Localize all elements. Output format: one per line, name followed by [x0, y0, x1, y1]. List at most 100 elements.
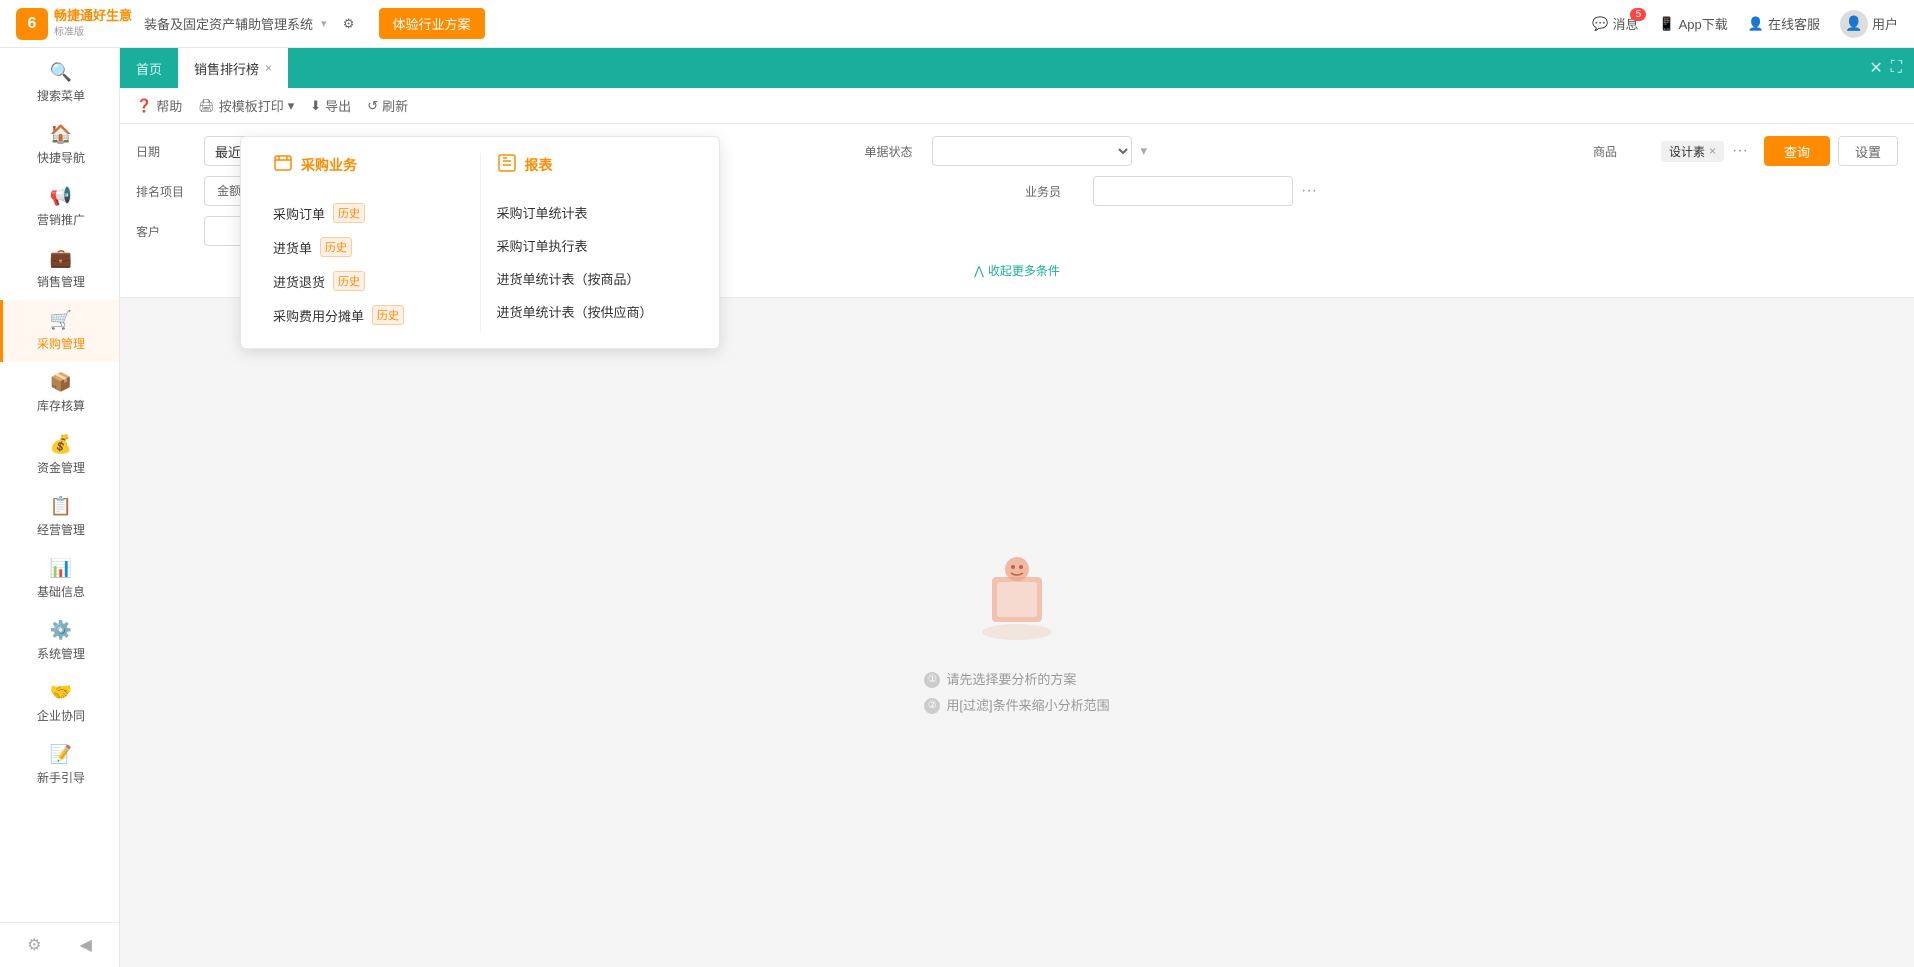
status-filter-item: 单据状态 ▾: [864, 136, 1576, 166]
message-button[interactable]: 💬 消息 5: [1592, 14, 1638, 33]
home-icon: 🏠: [50, 124, 72, 145]
sidebar: 🔍 搜索菜单 🏠 快捷导航 📢 营销推广 💼 销售管理 🛒 采购管理 📦 库存核…: [0, 48, 120, 967]
header-right: 💬 消息 5 📱 App下载 👤 在线客服 👤 用户: [1592, 10, 1898, 38]
guide-icon: 📝: [50, 744, 72, 765]
sidebar-item-finance[interactable]: 💰 资金管理: [0, 424, 119, 486]
system-title: 装备及固定资产辅助管理系统: [144, 14, 313, 33]
user-button[interactable]: 👤 用户: [1840, 10, 1898, 38]
print-button[interactable]: 🖨 按模板打印 ▾: [198, 96, 294, 115]
sales-icon: 💼: [50, 248, 72, 269]
purchase-section-icon: [273, 153, 293, 176]
history-tag-2[interactable]: 历史: [333, 271, 365, 291]
menu-item-report-order-stat[interactable]: 采购订单统计表: [497, 196, 688, 229]
empty-illustration: [967, 547, 1067, 647]
logo-main-text: 畅捷通好生意: [54, 8, 132, 25]
salesperson-filter-item: 业务员 ···: [1025, 176, 1898, 206]
print-dropdown-arrow[interactable]: ▾: [288, 98, 295, 114]
status-filter-select[interactable]: [932, 136, 1132, 166]
message-icon: 💬: [1592, 16, 1608, 32]
sidebar-item-purchase[interactable]: 🛒 采购管理: [0, 300, 119, 362]
toolbar: ❓ 帮助 🖨 按模板打印 ▾ ⬇ 导出 ↺ 刷新: [120, 88, 1914, 124]
refresh-icon: ↺: [367, 98, 378, 114]
tab-home[interactable]: 首页: [120, 48, 178, 88]
menu-item-report-receipt-by-supplier[interactable]: 进货单统计表（按供应商）: [497, 295, 688, 328]
sidebar-item-guide[interactable]: 📝 新手引导: [0, 734, 119, 796]
purchase-business-section: 采购业务 采购订单 历史 进货单 历史 进货退货 历史 采购费用分摊单 历史: [257, 153, 481, 332]
system-settings-button[interactable]: ⚙: [335, 10, 363, 38]
app-download-button[interactable]: 📱 App下载: [1658, 14, 1727, 33]
refresh-button[interactable]: ↺ 刷新: [367, 96, 408, 115]
sidebar-item-operation[interactable]: 📋 经营管理: [0, 486, 119, 548]
status-filter-expand-icon[interactable]: ▾: [1140, 143, 1147, 159]
empty-step-1: ① 请先选择要分析的方案: [924, 667, 1109, 693]
goods-tag: 设计素 ×: [1661, 141, 1724, 162]
salesperson-input[interactable]: [1093, 176, 1293, 206]
rank-filter-label: 排名项目: [136, 183, 196, 200]
sidebar-item-system[interactable]: ⚙️ 系统管理: [0, 610, 119, 672]
action-buttons: 查询 设置: [1764, 136, 1898, 166]
goods-filter-item: 商品 设计素 × ···: [1593, 141, 1748, 162]
online-service-button[interactable]: 👤 在线客服: [1748, 14, 1820, 33]
sidebar-collapse-icon[interactable]: ◀: [80, 935, 92, 955]
customer-label: 客户: [136, 223, 196, 240]
sidebar-item-sales[interactable]: 💼 销售管理: [0, 238, 119, 300]
sidebar-item-basic[interactable]: 📊 基础信息: [0, 548, 119, 610]
title-dropdown-arrow[interactable]: ▾: [321, 17, 327, 30]
operation-icon: 📋: [50, 496, 72, 517]
menu-item-purchase-expense[interactable]: 采购费用分摊单 历史: [273, 298, 464, 332]
help-button[interactable]: ❓ 帮助: [136, 96, 182, 115]
empty-text: ① 请先选择要分析的方案 ② 用[过滤]条件来缩小分析范围: [924, 667, 1109, 719]
query-button[interactable]: 查询: [1764, 136, 1830, 166]
finance-icon: 💰: [50, 434, 72, 455]
goods-filter-more[interactable]: ···: [1732, 142, 1748, 160]
salesperson-more[interactable]: ···: [1301, 182, 1317, 200]
salesperson-label: 业务员: [1025, 183, 1085, 200]
system-icon: ⚙️: [50, 620, 72, 641]
logo-area: 6 畅捷通好生意 标准版: [16, 8, 136, 40]
logo-icon: 6: [16, 8, 48, 40]
export-icon: ⬇: [310, 98, 321, 114]
tab-close-icon[interactable]: ×: [265, 61, 272, 75]
sidebar-item-enterprise[interactable]: 🤝 企业协同: [0, 672, 119, 734]
menu-item-report-receipt-by-goods[interactable]: 进货单统计表（按商品）: [497, 262, 688, 295]
sidebar-item-quicknav[interactable]: 🏠 快捷导航: [0, 114, 119, 176]
industry-btn[interactable]: 体验行业方案: [379, 8, 485, 39]
system-title-area: 装备及固定资产辅助管理系统 ▾ ⚙ 体验行业方案: [144, 8, 485, 39]
goods-tag-close[interactable]: ×: [1709, 144, 1716, 158]
menu-item-purchase-receipt[interactable]: 进货单 历史: [273, 230, 464, 264]
marketing-icon: 📢: [50, 186, 72, 207]
collapse-icon: ⋀: [974, 264, 984, 278]
tab-close-all-icon[interactable]: ✕: [1869, 58, 1882, 78]
report-section-icon: [497, 153, 517, 176]
report-section-title: 报表: [497, 153, 688, 184]
phone-icon: 📱: [1658, 16, 1674, 32]
tab-ranking[interactable]: 销售排行榜 ×: [178, 48, 288, 88]
date-filter-label: 日期: [136, 143, 196, 160]
tab-maximize-icon[interactable]: ⛶: [1891, 59, 1902, 77]
purchase-section-title: 采购业务: [273, 153, 464, 184]
tab-bar-actions: ✕ ⛶: [1869, 58, 1914, 78]
enterprise-icon: 🤝: [50, 682, 72, 703]
history-tag-3[interactable]: 历史: [372, 305, 404, 325]
menu-item-purchase-order[interactable]: 采购订单 历史: [273, 196, 464, 230]
report-section: 报表 采购订单统计表 采购订单执行表 进货单统计表（按商品） 进货单统计表（按供…: [481, 153, 704, 332]
menu-item-report-order-exec[interactable]: 采购订单执行表: [497, 229, 688, 262]
menu-item-purchase-return[interactable]: 进货退货 历史: [273, 264, 464, 298]
sidebar-item-search[interactable]: 🔍 搜索菜单: [0, 52, 119, 114]
content-area: 首页 销售排行榜 × ✕ ⛶ ❓ 帮助 🖨 按模板打印 ▾ ⬇: [120, 48, 1914, 967]
search-icon: 🔍: [50, 62, 72, 83]
goods-filter-label: 商品: [1593, 143, 1653, 160]
empty-state: ① 请先选择要分析的方案 ② 用[过滤]条件来缩小分析范围: [120, 298, 1914, 967]
sidebar-settings-icon[interactable]: ⚙: [27, 935, 41, 955]
print-icon: 🖨: [198, 98, 215, 114]
settings-button[interactable]: 设置: [1838, 136, 1898, 166]
export-button[interactable]: ⬇ 导出: [310, 96, 351, 115]
empty-step-2: ② 用[过滤]条件来缩小分析范围: [924, 693, 1109, 719]
history-tag-0[interactable]: 历史: [333, 203, 365, 223]
sidebar-bottom: ⚙ ◀: [0, 922, 119, 967]
basic-icon: 📊: [50, 558, 72, 579]
message-count-badge: 5: [1630, 8, 1646, 21]
sidebar-item-marketing[interactable]: 📢 营销推广: [0, 176, 119, 238]
sidebar-item-inventory[interactable]: 📦 库存核算: [0, 362, 119, 424]
history-tag-1[interactable]: 历史: [320, 237, 352, 257]
